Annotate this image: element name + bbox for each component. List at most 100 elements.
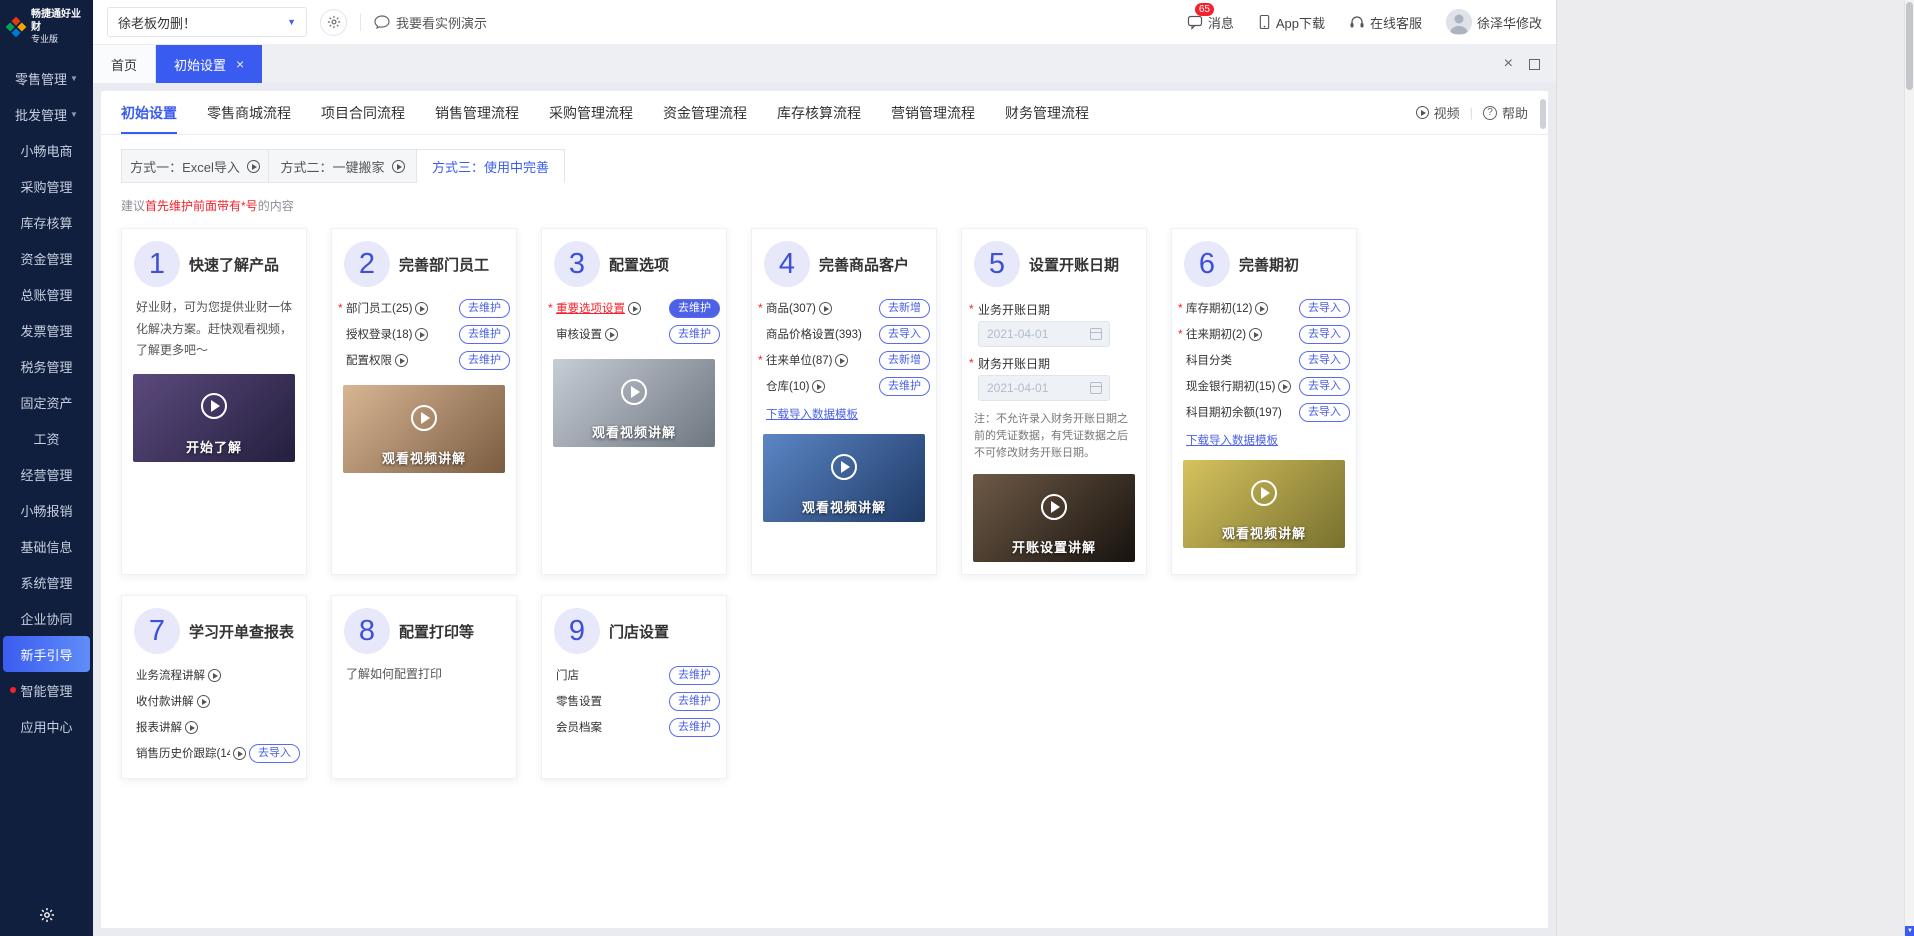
sidebar-item[interactable]: 税务管理	[3, 348, 90, 384]
sidebar-item[interactable]: 资金管理	[3, 240, 90, 276]
action-button[interactable]: 去导入	[249, 743, 300, 763]
play-icon[interactable]	[185, 720, 198, 734]
close-icon[interactable]: ×	[236, 57, 244, 71]
action-button[interactable]: 去导入	[879, 324, 930, 344]
sidebar-item[interactable]: 库存核算	[3, 204, 90, 240]
close-icon[interactable]: ×	[1504, 56, 1513, 72]
expand-icon[interactable]	[1529, 58, 1540, 70]
app-download-button[interactable]: App下载	[1258, 13, 1325, 32]
action-button[interactable]: 去导入	[1299, 376, 1350, 396]
sidebar-item[interactable]: 企业协同	[3, 600, 90, 636]
process-tab[interactable]: 初始设置	[121, 91, 177, 134]
play-icon[interactable]	[1249, 327, 1263, 341]
scroll-down-arrow-icon[interactable]: ▼	[1905, 926, 1914, 936]
video-thumbnail[interactable]: 观看视频讲解	[343, 385, 505, 473]
play-button-icon[interactable]	[1041, 493, 1067, 520]
action-button[interactable]: 去维护	[879, 376, 930, 396]
action-button[interactable]: 去维护	[669, 717, 720, 737]
play-icon[interactable]	[395, 353, 408, 367]
sidebar-item[interactable]: 总账管理	[3, 276, 90, 312]
play-icon[interactable]	[196, 694, 210, 708]
sidebar-item[interactable]: 应用中心	[3, 708, 90, 744]
method-tab[interactable]: 方式一：Excel导入	[121, 149, 269, 183]
process-tab[interactable]: 零售商城流程	[207, 91, 291, 134]
process-tab[interactable]: 资金管理流程	[663, 91, 747, 134]
play-icon[interactable]	[1278, 379, 1292, 393]
action-button[interactable]: 去导入	[1299, 402, 1350, 422]
video-thumbnail[interactable]: 开始了解	[133, 373, 295, 462]
play-button-icon[interactable]	[411, 404, 437, 431]
video-thumbnail[interactable]: 开账设置讲解	[973, 474, 1135, 563]
sidebar-item[interactable]: 零售管理 ▼	[3, 60, 90, 96]
play-icon[interactable]	[628, 301, 641, 315]
user-menu[interactable]: 徐泽华修改	[1445, 9, 1542, 35]
action-button[interactable]: 去维护	[459, 298, 510, 318]
play-icon[interactable]	[415, 301, 429, 315]
window-tab[interactable]: 初始设置 ×	[156, 45, 263, 83]
play-button-icon[interactable]	[201, 393, 227, 420]
process-tab[interactable]: 项目合同流程	[321, 91, 405, 134]
sidebar-item[interactable]: 发票管理	[3, 312, 90, 348]
action-button[interactable]: 去维护	[669, 691, 720, 711]
company-selector[interactable]: 徐老板勿删！ ▼	[107, 7, 307, 37]
sidebar-item[interactable]: 经营管理	[3, 456, 90, 492]
action-button[interactable]: 去维护	[669, 324, 720, 344]
play-button-icon[interactable]	[621, 378, 647, 405]
process-tab[interactable]: 销售管理流程	[435, 91, 519, 134]
settings-gear-button[interactable]	[320, 8, 347, 36]
sidebar-item[interactable]: 小畅电商	[3, 132, 90, 168]
window-tab[interactable]: 首页	[93, 45, 157, 83]
process-tab[interactable]: 营销管理流程	[891, 91, 975, 134]
method-tab[interactable]: 方式三：使用中完善	[417, 149, 565, 183]
play-button-icon[interactable]	[831, 453, 857, 480]
play-icon[interactable]	[415, 327, 429, 341]
play-icon[interactable]	[1255, 301, 1269, 315]
action-button[interactable]: 去新增	[879, 350, 930, 370]
play-icon[interactable]	[812, 379, 826, 393]
action-button[interactable]: 去维护	[669, 665, 720, 685]
process-tab[interactable]: 财务管理流程	[1005, 91, 1089, 134]
online-service-button[interactable]: 在线客服	[1349, 13, 1422, 32]
play-button-icon[interactable]	[1251, 479, 1277, 506]
process-tab[interactable]: 库存核算流程	[777, 91, 861, 134]
action-button[interactable]: 去维护	[459, 324, 510, 344]
sidebar-item[interactable]: 工资	[3, 420, 90, 456]
demo-link[interactable]: 我要看实例演示	[374, 13, 487, 32]
video-thumbnail[interactable]: 观看视频讲解	[553, 359, 715, 447]
play-icon[interactable]	[233, 746, 246, 760]
item-label[interactable]: 重要选项设置	[556, 300, 625, 316]
help-button[interactable]: ? 帮助	[1482, 103, 1528, 122]
video-thumbnail[interactable]: 观看视频讲解	[1183, 460, 1345, 548]
method-tab[interactable]: 方式二：一键搬家	[269, 149, 417, 183]
video-button[interactable]: 视频	[1415, 103, 1460, 122]
sidebar-item[interactable]: 系统管理	[3, 564, 90, 600]
date-input[interactable]: 2021-04-01	[978, 375, 1110, 401]
action-button[interactable]: 去新增	[879, 298, 930, 318]
sidebar-item[interactable]: 固定资产	[3, 384, 90, 420]
window-scrollbar-thumb[interactable]	[1906, 2, 1913, 90]
date-input[interactable]: 2021-04-01	[978, 321, 1110, 347]
window-scrollbar[interactable]: ▼	[1904, 0, 1914, 936]
sidebar-item[interactable]: 智能管理	[3, 672, 90, 708]
download-template-link[interactable]: 下载导入数据模板	[1172, 425, 1356, 448]
play-icon[interactable]	[208, 668, 221, 682]
sidebar-item[interactable]: 采购管理	[3, 168, 90, 204]
action-button[interactable]: 去维护	[669, 298, 720, 318]
sidebar-item[interactable]: 基础信息	[3, 528, 90, 564]
sidebar-settings-gear-icon[interactable]	[0, 894, 93, 936]
action-button[interactable]: 去维护	[459, 350, 510, 370]
play-icon[interactable]	[818, 301, 832, 315]
video-thumbnail[interactable]: 观看视频讲解	[763, 434, 925, 522]
play-icon[interactable]	[605, 327, 618, 341]
action-button[interactable]: 去导入	[1299, 324, 1350, 344]
action-button[interactable]: 去导入	[1299, 298, 1350, 318]
process-tab[interactable]: 采购管理流程	[549, 91, 633, 134]
play-icon[interactable]	[835, 353, 849, 367]
sidebar-item[interactable]: 小畅报销	[3, 492, 90, 528]
sidebar-item[interactable]: 批发管理 ▼	[3, 96, 90, 132]
download-template-link[interactable]: 下载导入数据模板	[752, 399, 936, 422]
panel-scrollbar-thumb[interactable]	[1540, 99, 1546, 129]
action-button[interactable]: 去导入	[1299, 350, 1350, 370]
sidebar-item[interactable]: 新手引导	[3, 636, 90, 673]
messages-button[interactable]: 65 消息	[1187, 2, 1234, 32]
